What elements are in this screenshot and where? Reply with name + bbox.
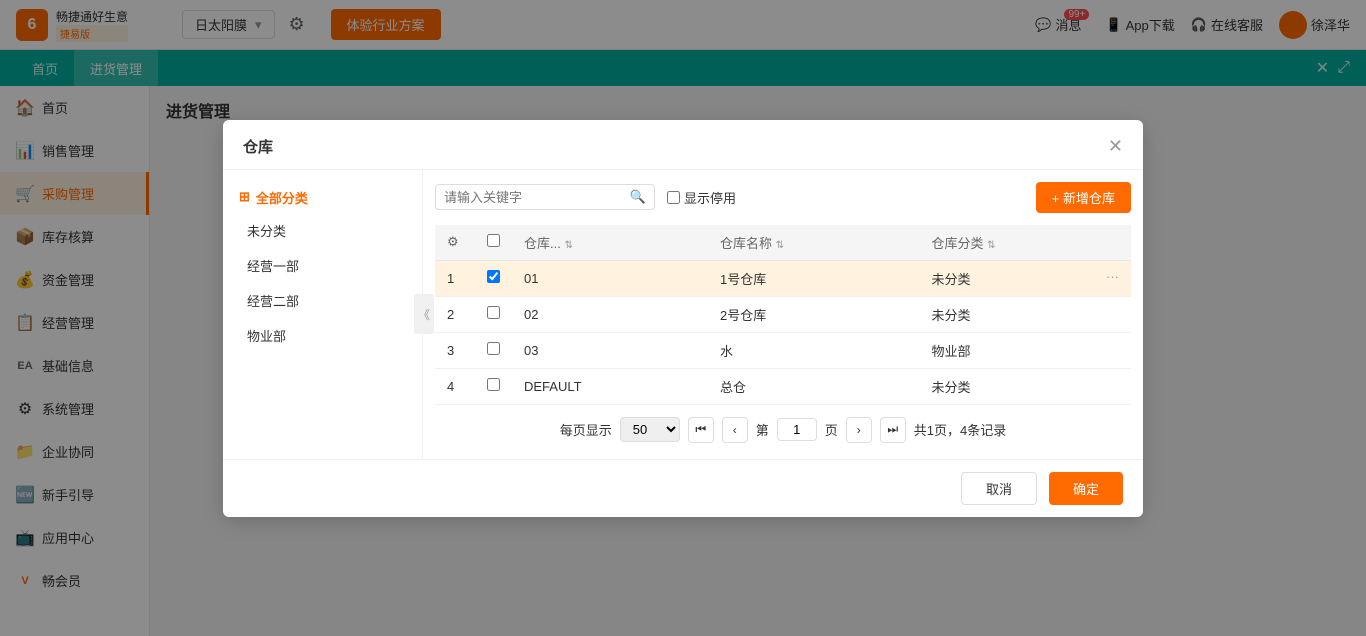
collapse-panel-button[interactable]: 《 [414, 294, 434, 334]
select-all-checkbox[interactable] [487, 234, 500, 247]
row-checkbox[interactable] [475, 260, 512, 296]
checkbox-col [475, 225, 512, 261]
next-page-button[interactable]: › [846, 417, 872, 443]
table-toolbar: 🔍 显示停用 + 新增仓库 [435, 182, 1131, 213]
row-checkbox[interactable] [475, 368, 512, 404]
search-input[interactable] [444, 190, 630, 205]
modal-title: 仓库 [243, 136, 273, 157]
row-index: 1 [435, 260, 475, 296]
category-item-ops2[interactable]: 经营二部 [223, 283, 422, 318]
modal-footer: 取消 确定 [223, 459, 1143, 517]
row-category: 未分类··· [919, 260, 1131, 296]
row-category: 物业部 [919, 332, 1131, 368]
row-name: 水 [708, 332, 920, 368]
pagination: 每页显示 50 20 100 ⏮ ‹ 第 页 › ⏭ 共1页，4条记录 [435, 405, 1131, 447]
modal-close-button[interactable]: ✕ [1108, 136, 1123, 157]
sort-icon-name[interactable]: ⇅ [776, 240, 784, 251]
category-item-property[interactable]: 物业部 [223, 318, 422, 353]
modal-header: 仓库 ✕ [223, 120, 1143, 170]
sort-icon[interactable]: ⇅ [564, 240, 572, 251]
row-code: 03 [512, 332, 708, 368]
row-code: 02 [512, 296, 708, 332]
prev-page-button[interactable]: ‹ [722, 417, 748, 443]
row-index: 4 [435, 368, 475, 404]
category-item-ops1[interactable]: 经营一部 [223, 248, 422, 283]
page-size-select[interactable]: 50 20 100 [620, 417, 680, 442]
all-category-header[interactable]: ⊞ 全部分类 [223, 182, 422, 213]
table-panel: 🔍 显示停用 + 新增仓库 ⚙ [423, 170, 1143, 459]
row-code: DEFAULT [512, 368, 708, 404]
show-disabled-check[interactable] [667, 191, 680, 204]
row-name: 总仓 [708, 368, 920, 404]
category-panel: ⊞ 全部分类 《 未分类 经营一部 经营二部 物业部 [223, 170, 423, 459]
modal-overlay: 仓库 ✕ ⊞ 全部分类 《 未分类 经营一部 经营二部 物业部 [0, 0, 1366, 636]
row-checkbox[interactable] [475, 296, 512, 332]
page-number-input[interactable] [777, 418, 817, 441]
category-item-unclassified[interactable]: 未分类 [223, 213, 422, 248]
last-page-button[interactable]: ⏭ [880, 417, 906, 443]
row-name: 1号仓库 [708, 260, 920, 296]
warehouse-table: ⚙ 仓库... ⇅ 仓库名称 ⇅ [435, 225, 1131, 405]
row-actions-icon[interactable]: ··· [1106, 269, 1119, 284]
row-category: 未分类 [919, 296, 1131, 332]
row-index: 3 [435, 332, 475, 368]
row-name: 2号仓库 [708, 296, 920, 332]
warehouse-modal: 仓库 ✕ ⊞ 全部分类 《 未分类 经营一部 经营二部 物业部 [223, 120, 1143, 517]
table-row[interactable]: 1 01 1号仓库 未分类··· [435, 260, 1131, 296]
cancel-button[interactable]: 取消 [961, 472, 1037, 505]
search-box: 🔍 [435, 184, 655, 210]
col-name: 仓库名称 ⇅ [708, 225, 920, 261]
col-code: 仓库... ⇅ [512, 225, 708, 261]
sort-icon-cat[interactable]: ⇅ [987, 240, 995, 251]
row-checkbox[interactable] [475, 332, 512, 368]
table-header-row: ⚙ 仓库... ⇅ 仓库名称 ⇅ [435, 225, 1131, 261]
new-warehouse-button[interactable]: + 新增仓库 [1036, 182, 1131, 213]
show-disabled-checkbox[interactable]: 显示停用 [667, 188, 736, 207]
row-index: 2 [435, 296, 475, 332]
col-category: 仓库分类 ⇅ [919, 225, 1131, 261]
table-row[interactable]: 2 02 2号仓库 未分类 [435, 296, 1131, 332]
first-page-button[interactable]: ⏮ [688, 417, 714, 443]
table-row[interactable]: 4 DEFAULT 总仓 未分类 [435, 368, 1131, 404]
grid-icon: ⊞ [239, 189, 250, 205]
table-row[interactable]: 3 03 水 物业部 [435, 332, 1131, 368]
settings-col: ⚙ [435, 225, 475, 261]
confirm-button[interactable]: 确定 [1049, 472, 1123, 505]
modal-body: ⊞ 全部分类 《 未分类 经营一部 经营二部 物业部 🔍 [223, 170, 1143, 459]
search-icon[interactable]: 🔍 [630, 189, 646, 205]
row-code: 01 [512, 260, 708, 296]
row-category: 未分类 [919, 368, 1131, 404]
